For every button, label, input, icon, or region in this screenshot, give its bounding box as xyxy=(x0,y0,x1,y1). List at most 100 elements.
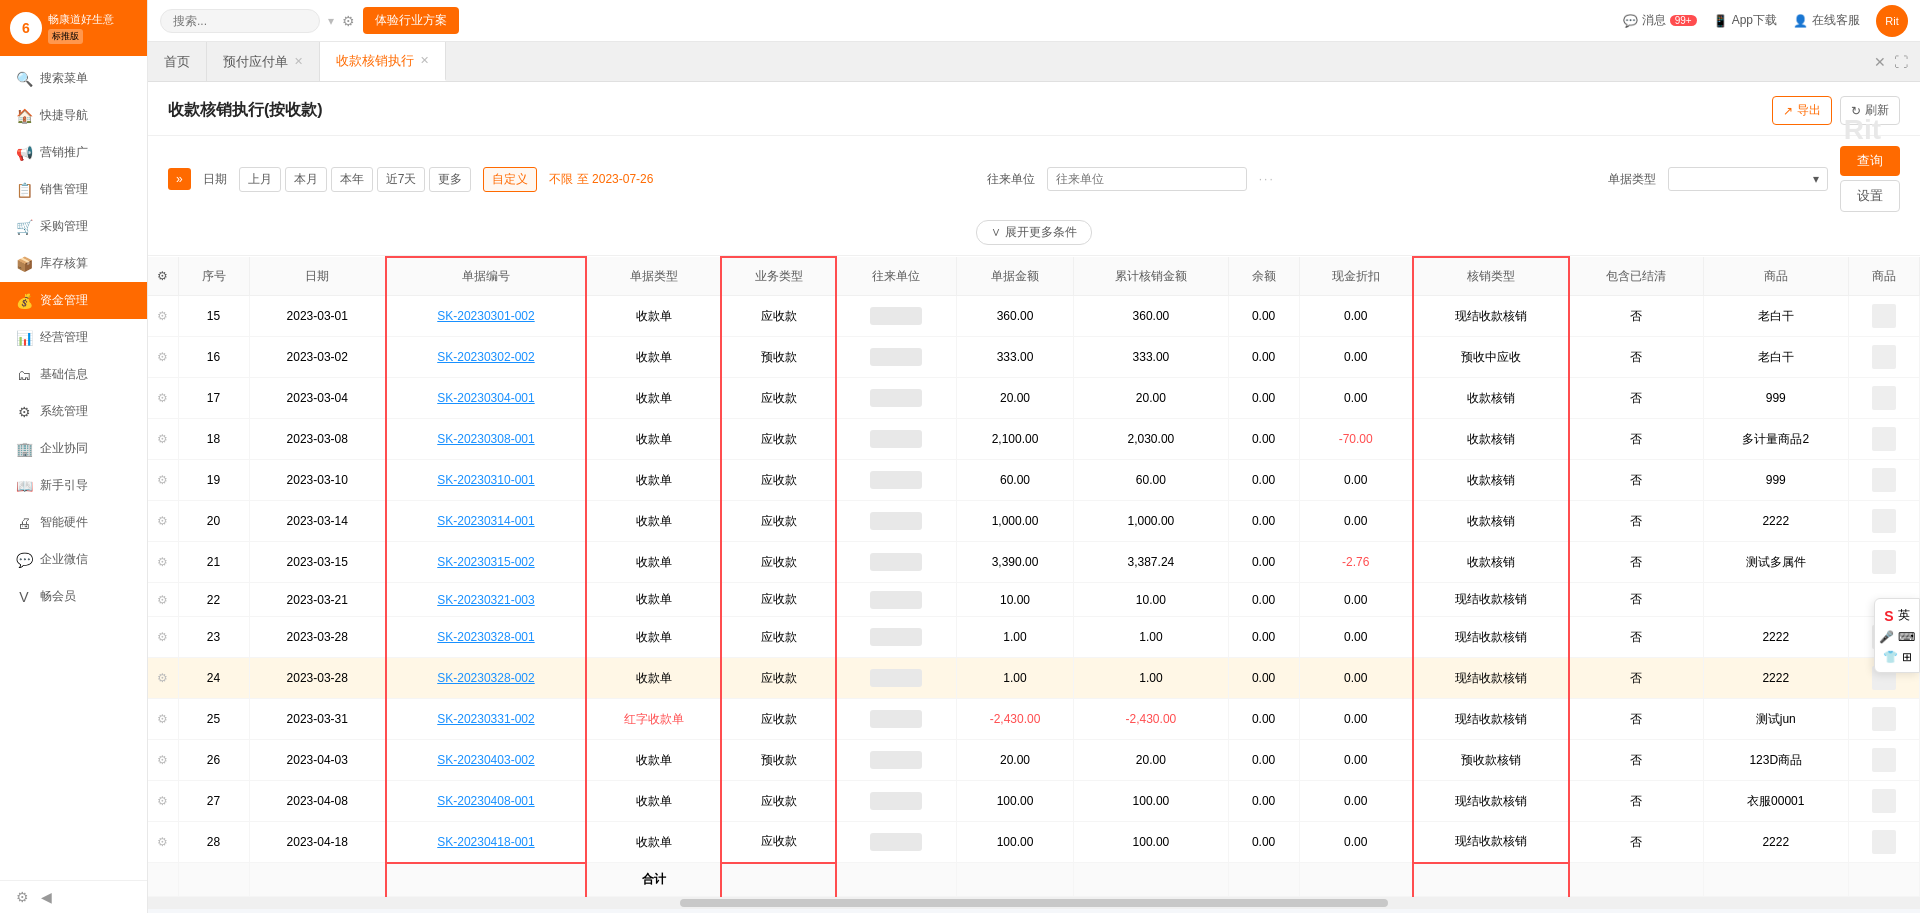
row-voucher-no[interactable]: SK-20230304-001 xyxy=(386,378,586,419)
row-settings-icon[interactable]: ⚙ xyxy=(148,822,178,863)
date-btn-本月[interactable]: 本月 xyxy=(285,167,327,192)
date-btn-上月[interactable]: 上月 xyxy=(239,167,281,192)
voucher-no-link[interactable]: SK-20230315-002 xyxy=(437,555,534,569)
th-voucher_no[interactable]: 单据编号 xyxy=(386,257,586,296)
table-area[interactable]: ⚙序号日期单据编号单据类型业务类型往来单位单据金额累计核销金额余额现金折扣核销类… xyxy=(148,256,1920,913)
sidebar-item-basic[interactable]: 🗂基础信息 xyxy=(0,356,147,393)
tab-home[interactable]: 首页 xyxy=(148,42,207,81)
dropdown-chevron-icon[interactable]: ▾ xyxy=(328,14,334,28)
row-settings-icon[interactable]: ⚙ xyxy=(148,617,178,658)
th-balance[interactable]: 余额 xyxy=(1228,257,1299,296)
filter-settings-button[interactable]: 设置 xyxy=(1840,180,1900,212)
row-settings-icon[interactable]: ⚙ xyxy=(148,378,178,419)
voucher-no-link[interactable]: SK-20230308-001 xyxy=(437,432,534,446)
collapse-icon[interactable]: ◀ xyxy=(41,889,52,905)
row-voucher-no[interactable]: SK-20230308-001 xyxy=(386,419,586,460)
voucher-no-link[interactable]: SK-20230328-001 xyxy=(437,630,534,644)
scrollbar-thumb[interactable] xyxy=(680,899,1389,907)
row-settings-icon[interactable]: ⚙ xyxy=(148,699,178,740)
th-product2[interactable]: 商品 xyxy=(1848,257,1919,296)
row-settings-icon[interactable]: ⚙ xyxy=(148,740,178,781)
filter-expand-button[interactable]: » xyxy=(168,168,191,190)
shirt-icon[interactable]: 👕 xyxy=(1883,650,1898,664)
row-settings-icon[interactable]: ⚙ xyxy=(148,658,178,699)
voucher-no-link[interactable]: SK-20230310-001 xyxy=(437,473,534,487)
row-settings-icon[interactable]: ⚙ xyxy=(148,337,178,378)
sidebar-item-purchase[interactable]: 🛒采购管理 xyxy=(0,208,147,245)
row-settings-icon[interactable]: ⚙ xyxy=(148,781,178,822)
date-btn-近7天[interactable]: 近7天 xyxy=(377,167,426,192)
query-button[interactable]: 查询 xyxy=(1840,146,1900,176)
voucher-type-select[interactable]: ▾ xyxy=(1668,167,1828,191)
sidebar-item-wechat[interactable]: 💬企业微信 xyxy=(0,541,147,578)
user-avatar[interactable]: Rit xyxy=(1876,5,1908,37)
row-settings-icon[interactable]: ⚙ xyxy=(148,460,178,501)
tab-collection[interactable]: 收款核销执行✕ xyxy=(320,42,446,81)
app-download-button[interactable]: 📱 App下载 xyxy=(1713,12,1777,29)
mic-icon[interactable]: 🎤 xyxy=(1879,630,1894,644)
row-voucher-no[interactable]: SK-20230302-002 xyxy=(386,337,586,378)
sidebar-item-finance[interactable]: 💰资金管理 xyxy=(0,282,147,319)
sidebar-item-corp[interactable]: 🏢企业协同 xyxy=(0,430,147,467)
sidebar-item-hardware[interactable]: 🖨智能硬件 xyxy=(0,504,147,541)
voucher-no-link[interactable]: SK-20230331-002 xyxy=(437,712,534,726)
tab-close-collection[interactable]: ✕ xyxy=(420,54,429,67)
th-voucher_type[interactable]: 单据类型 xyxy=(586,257,721,296)
voucher-no-link[interactable]: SK-20230302-002 xyxy=(437,350,534,364)
sidebar-item-search[interactable]: 🔍搜索菜单 xyxy=(0,60,147,97)
th-cash_discount[interactable]: 现金折扣 xyxy=(1299,257,1413,296)
date-btn-更多[interactable]: 更多 xyxy=(429,167,471,192)
refresh-button[interactable]: ↻ 刷新 xyxy=(1840,96,1900,125)
row-settings-icon[interactable]: ⚙ xyxy=(148,583,178,617)
expand-tab-icon[interactable]: ⛶ xyxy=(1894,54,1908,70)
row-voucher-no[interactable]: SK-20230328-002 xyxy=(386,658,586,699)
horizontal-scrollbar[interactable] xyxy=(148,897,1920,909)
voucher-no-link[interactable]: SK-20230403-002 xyxy=(437,753,534,767)
row-settings-icon[interactable]: ⚙ xyxy=(148,419,178,460)
keyboard-icon[interactable]: ⌨ xyxy=(1898,630,1915,644)
th-product[interactable]: 商品 xyxy=(1703,257,1848,296)
row-voucher-no[interactable]: SK-20230321-003 xyxy=(386,583,586,617)
sidebar-item-sales[interactable]: 📋销售管理 xyxy=(0,171,147,208)
voucher-no-link[interactable]: SK-20230321-003 xyxy=(437,593,534,607)
voucher-no-link[interactable]: SK-20230301-002 xyxy=(437,309,534,323)
settings-bottom-icon[interactable]: ⚙ xyxy=(16,889,29,905)
sidebar-item-inventory[interactable]: 📦库存核算 xyxy=(0,245,147,282)
row-voucher-no[interactable]: SK-20230403-002 xyxy=(386,740,586,781)
th-date[interactable]: 日期 xyxy=(249,257,386,296)
message-button[interactable]: 💬 消息 99+ xyxy=(1623,12,1697,29)
sidebar-item-system[interactable]: ⚙系统管理 xyxy=(0,393,147,430)
row-voucher-no[interactable]: SK-20230314-001 xyxy=(386,501,586,542)
th-write_off_type[interactable]: 核销类型 xyxy=(1413,257,1569,296)
sidebar-item-quicknav[interactable]: 🏠快捷导航 xyxy=(0,97,147,134)
row-voucher-no[interactable]: SK-20230328-001 xyxy=(386,617,586,658)
gear-icon[interactable]: ⚙ xyxy=(342,13,355,29)
row-voucher-no[interactable]: SK-20230315-002 xyxy=(386,542,586,583)
sidebar-item-vip[interactable]: V畅会员 xyxy=(0,578,147,615)
th-partner[interactable]: 往来单位 xyxy=(836,257,957,296)
th-voucher_amount[interactable]: 单据金额 xyxy=(956,257,1073,296)
tab-close-prepay[interactable]: ✕ xyxy=(294,55,303,68)
export-button[interactable]: ↗ 导出 xyxy=(1772,96,1832,125)
custom-date-button[interactable]: 自定义 xyxy=(483,167,537,192)
voucher-no-link[interactable]: SK-20230408-001 xyxy=(437,794,534,808)
th-settings[interactable]: ⚙ xyxy=(148,257,178,296)
row-settings-icon[interactable]: ⚙ xyxy=(148,542,178,583)
row-voucher-no[interactable]: SK-20230310-001 xyxy=(386,460,586,501)
voucher-no-link[interactable]: SK-20230328-002 xyxy=(437,671,534,685)
tab-prepay[interactable]: 预付应付单✕ xyxy=(207,42,320,81)
grid-icon[interactable]: ⊞ xyxy=(1902,650,1912,664)
search-input[interactable] xyxy=(160,9,320,33)
row-settings-icon[interactable]: ⚙ xyxy=(148,296,178,337)
sidebar-item-operation[interactable]: 📊经营管理 xyxy=(0,319,147,356)
expand-more-conditions-button[interactable]: ∨ 展开更多条件 xyxy=(976,220,1091,245)
voucher-no-link[interactable]: SK-20230304-001 xyxy=(437,391,534,405)
th-biz_type[interactable]: 业务类型 xyxy=(721,257,835,296)
voucher-no-link[interactable]: SK-20230314-001 xyxy=(437,514,534,528)
close-tab-icon[interactable]: ✕ xyxy=(1874,54,1886,70)
row-settings-icon[interactable]: ⚙ xyxy=(148,501,178,542)
row-voucher-no[interactable]: SK-20230418-001 xyxy=(386,822,586,863)
online-service-button[interactable]: 👤 在线客服 xyxy=(1793,12,1860,29)
voucher-no-link[interactable]: SK-20230418-001 xyxy=(437,835,534,849)
partner-filter-input[interactable] xyxy=(1047,167,1247,191)
